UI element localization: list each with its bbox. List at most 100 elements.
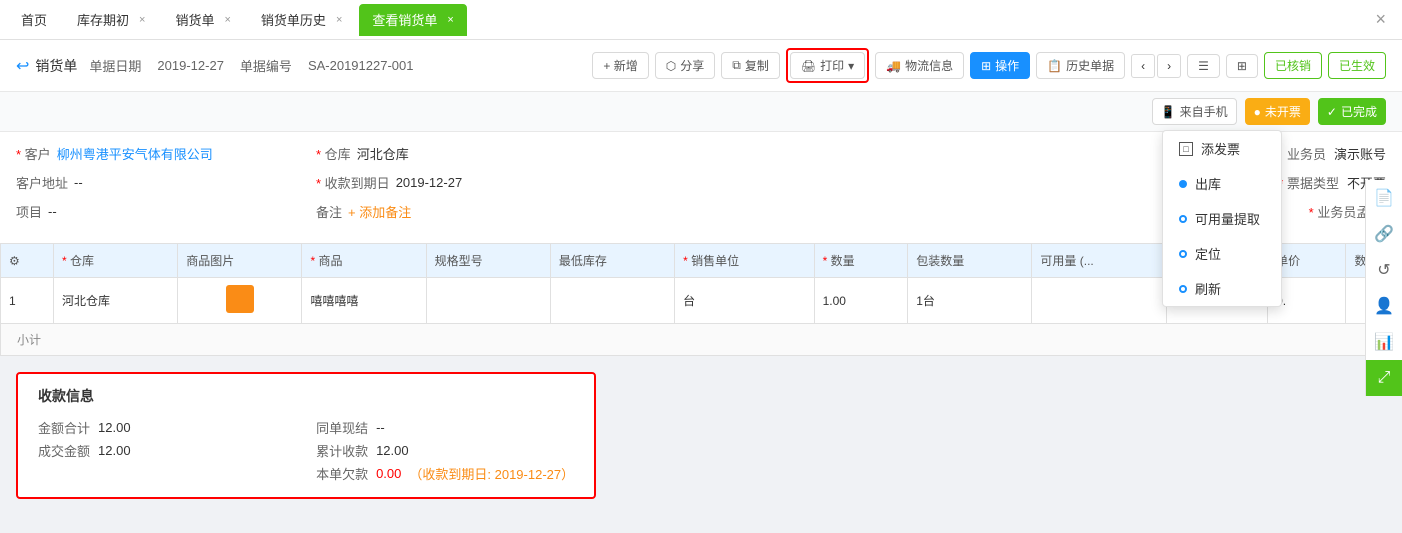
not-open-icon: ●	[1254, 105, 1261, 119]
warehouse-label: 仓库	[316, 144, 351, 163]
tab-sales-order[interactable]: 销货单 ×	[162, 4, 243, 36]
prev-arrow[interactable]: ‹	[1131, 54, 1155, 78]
dropdown-refresh[interactable]: 刷新	[1163, 271, 1281, 306]
doc-meta: 单据日期 2019-12-27 单据编号 SA-20191227-001	[89, 56, 413, 75]
sidebar-icon-1[interactable]: 📄	[1366, 180, 1402, 216]
logistics-button[interactable]: 🚚 物流信息	[875, 52, 964, 79]
sidebar-icon-4[interactable]: 👤	[1366, 288, 1402, 324]
sidebar-icon-expand[interactable]: ⤢	[1366, 360, 1402, 396]
customer-field: 客户 柳州粤港平安气体有限公司	[16, 144, 296, 163]
row-num: 1	[1, 278, 54, 324]
window-close-button[interactable]: ×	[1367, 9, 1394, 30]
tab-sales-history-label: 销货单历史	[261, 10, 326, 29]
tab-view-sales[interactable]: 查看销货单 ×	[359, 4, 466, 36]
same-order-settlement-row: 同单现结 --	[316, 416, 574, 439]
payment-title: 收款信息	[38, 386, 574, 406]
next-arrow[interactable]: ›	[1157, 54, 1181, 78]
doc-actions: + 新增 ⬡ 分享 ⧉ 复制 🖨 打印 ▾ 🚚 物流信息 ⊞	[592, 48, 1386, 83]
tab-inventory-init-label: 库存期初	[77, 10, 129, 29]
col-settings[interactable]: ⚙	[1, 244, 54, 278]
col-image: 商品图片	[178, 244, 302, 278]
col-unit: * 销售单位	[675, 244, 815, 278]
dropdown-locate[interactable]: 定位	[1163, 236, 1281, 271]
address-value: --	[74, 175, 83, 190]
doc-date-value: 2019-12-27	[157, 58, 224, 73]
history-icon: 📋	[1047, 59, 1062, 73]
print-chevron-icon: ▾	[848, 59, 854, 73]
tab-inventory-init[interactable]: 库存期初 ×	[64, 4, 158, 36]
add-invoice-icon: □	[1179, 142, 1193, 156]
dropdown-outbound[interactable]: 出库	[1163, 166, 1281, 201]
ticket-type-label: 票据类型	[1278, 173, 1339, 192]
right-sidebar: 📄 🔗 ↺ 👤 📊 ⤢	[1365, 180, 1402, 396]
col-quantity: * 数量	[814, 244, 908, 278]
available-qty-icon	[1179, 215, 1187, 223]
transaction-amount-row: 成交金额 12.00	[38, 439, 296, 462]
add-note-button[interactable]: 添加备注	[348, 202, 411, 221]
dropdown-add-invoice[interactable]: □ 添发票	[1163, 131, 1281, 166]
col-package-qty: 包装数量	[908, 244, 1032, 278]
outbound-icon	[1179, 180, 1187, 188]
payment-grid: 金额合计 12.00 成交金额 12.00 同单现结 -- 累计收款	[38, 416, 574, 485]
payment-date-label: 收款到期日	[316, 173, 390, 192]
tab-view-sales-close[interactable]: ×	[447, 14, 453, 26]
list-view-button[interactable]: ☰	[1187, 54, 1220, 78]
col-min-stock: 最低库存	[550, 244, 674, 278]
row-image	[178, 278, 302, 324]
operation-button[interactable]: ⊞ 操作	[970, 52, 1030, 79]
tab-sales-order-label: 销货单	[175, 10, 214, 29]
from-phone-label: 来自手机	[1180, 103, 1228, 120]
sidebar-icon-3[interactable]: ↺	[1366, 252, 1402, 288]
payment-date-value: 2019-12-27	[396, 175, 463, 190]
note-label: 备注	[316, 202, 342, 221]
sidebar-icon-5[interactable]: 📊	[1366, 324, 1402, 360]
effective-status[interactable]: 已生效	[1328, 52, 1386, 79]
doc-toolbar: 📱 来自手机 ● 未开票 ✓ 已完成	[0, 92, 1402, 132]
subtotal-row: 小计	[1, 324, 1402, 356]
new-button[interactable]: + 新增	[592, 52, 648, 79]
current-owed-value: 0.00	[376, 466, 401, 481]
row-available	[1032, 278, 1166, 324]
same-order-settlement-value: --	[376, 420, 385, 435]
operation-icon: ⊞	[981, 59, 991, 73]
cancelled-status[interactable]: 已核销	[1264, 52, 1322, 79]
tab-sales-order-close[interactable]: ×	[224, 14, 230, 26]
transaction-amount-value: 12.00	[98, 443, 131, 458]
print-button[interactable]: 🖨 打印 ▾	[790, 52, 865, 79]
doc-title-text: 销货单	[35, 56, 77, 76]
cumulative-receipt-row: 累计收款 12.00	[316, 439, 574, 462]
from-phone-button[interactable]: 📱 来自手机	[1152, 98, 1237, 125]
locate-icon	[1179, 250, 1187, 258]
col-spec: 规格型号	[426, 244, 550, 278]
row-unit: 台	[675, 278, 815, 324]
transaction-amount-label: 成交金额	[38, 441, 90, 460]
tab-sales-history-close[interactable]: ×	[336, 14, 342, 26]
tab-home[interactable]: 首页	[8, 4, 60, 36]
available-qty-label: 可用量提取	[1195, 209, 1260, 228]
dropdown-available-qty[interactable]: 可用量提取	[1163, 201, 1281, 236]
payment-date-field: 收款到期日 2019-12-27	[316, 173, 596, 192]
logistics-label: 物流信息	[905, 57, 953, 74]
doc-icon: ↩	[16, 56, 29, 76]
print-icon: 🖨	[801, 59, 816, 73]
employee-label: 业务员	[1287, 144, 1326, 163]
row-spec	[426, 278, 550, 324]
col-available: 可用量 (...	[1032, 244, 1166, 278]
cumulative-receipt-value: 12.00	[376, 443, 409, 458]
history-button[interactable]: 📋 历史单据	[1036, 52, 1125, 79]
warehouse-field: 仓库 河北仓库	[316, 144, 596, 163]
sidebar-icon-2[interactable]: 🔗	[1366, 216, 1402, 252]
grid-view-button[interactable]: ⊞	[1226, 54, 1258, 78]
tab-sales-history[interactable]: 销货单历史 ×	[248, 4, 355, 36]
not-open-button[interactable]: ● 未开票	[1245, 98, 1310, 125]
done-button[interactable]: ✓ 已完成	[1318, 98, 1386, 125]
payment-section: 收款信息 金额合计 12.00 成交金额 12.00 同单现结 --	[0, 364, 1402, 507]
tab-inventory-init-close[interactable]: ×	[139, 14, 145, 26]
employee-value: 演示账号	[1334, 144, 1386, 163]
project-field: 项目 --	[16, 202, 296, 221]
copy-button[interactable]: ⧉ 复制	[721, 52, 780, 79]
customer-value[interactable]: 柳州粤港平安气体有限公司	[57, 144, 213, 163]
share-button[interactable]: ⬡ 分享	[655, 52, 716, 79]
employee-field: 业务员 演示账号	[1287, 144, 1386, 163]
subtotal-label: 小计	[1, 324, 1402, 356]
